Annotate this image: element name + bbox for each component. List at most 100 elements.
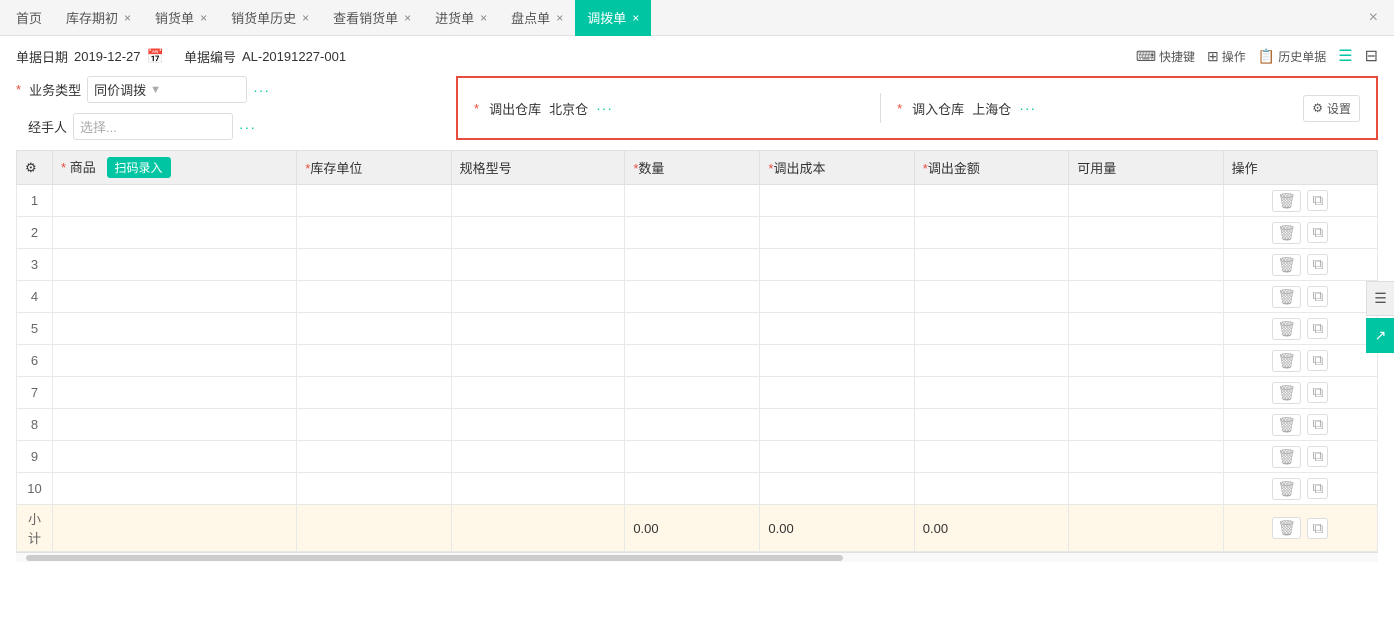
delete-row-button[interactable]: 🗑: [1272, 446, 1301, 468]
product-cell[interactable]: [53, 377, 297, 409]
qty-cell[interactable]: [625, 345, 760, 377]
view-toggle-grid[interactable]: ⊟: [1365, 46, 1378, 66]
qty-cell[interactable]: [625, 473, 760, 505]
cost-cell[interactable]: [760, 377, 914, 409]
cost-cell[interactable]: [760, 313, 914, 345]
tab-transfer[interactable]: 调拨单 ×: [575, 0, 651, 36]
tab-close-view-sales[interactable]: ×: [404, 11, 411, 25]
delete-row-button[interactable]: 🗑: [1272, 414, 1301, 436]
product-cell[interactable]: [53, 345, 297, 377]
qty-cell[interactable]: [625, 313, 760, 345]
tab-close-purchase-order[interactable]: ×: [480, 11, 487, 25]
amount-cell[interactable]: [914, 281, 1068, 313]
product-cell[interactable]: [53, 185, 297, 217]
amount-cell[interactable]: 0.00: [914, 505, 1068, 552]
copy-row-button[interactable]: ⧉: [1307, 318, 1328, 339]
cost-cell[interactable]: [760, 473, 914, 505]
qty-cell[interactable]: [625, 441, 760, 473]
tab-sales-order[interactable]: 销货单 ×: [143, 0, 219, 36]
qty-cell[interactable]: [625, 185, 760, 217]
delete-row-button[interactable]: 🗑: [1272, 478, 1301, 500]
delete-row-button[interactable]: 🗑: [1272, 318, 1301, 340]
qty-cell[interactable]: [625, 217, 760, 249]
copy-row-button[interactable]: ⧉: [1307, 518, 1328, 539]
view-toggle-list[interactable]: ☰: [1338, 46, 1352, 66]
biz-type-more-button[interactable]: ···: [253, 82, 270, 98]
product-cell[interactable]: [53, 313, 297, 345]
out-wh-more-button[interactable]: ···: [596, 100, 613, 116]
tab-view-sales[interactable]: 查看销货单 ×: [321, 0, 423, 36]
qty-cell[interactable]: [625, 409, 760, 441]
tab-sales-history[interactable]: 销货单历史 ×: [219, 0, 321, 36]
tab-close-stocktake[interactable]: ×: [556, 11, 563, 25]
tab-stocktake[interactable]: 盘点单 ×: [499, 0, 575, 36]
amount-cell[interactable]: [914, 441, 1068, 473]
delete-row-button[interactable]: 🗑: [1272, 350, 1301, 372]
product-cell[interactable]: [53, 249, 297, 281]
amount-cell[interactable]: [914, 409, 1068, 441]
delete-row-button[interactable]: 🗑: [1272, 517, 1301, 539]
delete-row-button[interactable]: 🗑: [1272, 222, 1301, 244]
product-cell[interactable]: [53, 473, 297, 505]
cost-cell[interactable]: [760, 217, 914, 249]
amount-cell[interactable]: [914, 185, 1068, 217]
amount-cell[interactable]: [914, 217, 1068, 249]
copy-row-button[interactable]: ⧉: [1307, 190, 1328, 211]
tab-close-sales-order[interactable]: ×: [200, 11, 207, 25]
product-cell[interactable]: [53, 505, 297, 552]
biz-type-select[interactable]: 同价调拨 ▼: [87, 76, 247, 103]
qty-cell[interactable]: [625, 249, 760, 281]
window-close-button[interactable]: ×: [1357, 0, 1390, 36]
tab-close-inventory-init[interactable]: ×: [124, 11, 131, 25]
person-select[interactable]: 选择...: [73, 113, 233, 140]
delete-row-button[interactable]: 🗑: [1272, 190, 1301, 212]
out-wh-value[interactable]: 北京仓: [549, 99, 588, 118]
cost-cell[interactable]: [760, 409, 914, 441]
product-cell[interactable]: [53, 409, 297, 441]
cost-cell[interactable]: [760, 185, 914, 217]
tab-inventory-init[interactable]: 库存期初 ×: [54, 0, 143, 36]
amount-cell[interactable]: [914, 345, 1068, 377]
copy-row-button[interactable]: ⧉: [1307, 254, 1328, 275]
in-wh-value[interactable]: 上海仓: [972, 99, 1011, 118]
qty-cell[interactable]: [625, 281, 760, 313]
person-more-button[interactable]: ···: [239, 119, 256, 135]
product-cell[interactable]: [53, 281, 297, 313]
horizontal-scrollbar[interactable]: [16, 552, 1378, 562]
cost-cell[interactable]: [760, 441, 914, 473]
delete-row-button[interactable]: 🗑: [1272, 254, 1301, 276]
copy-row-button[interactable]: ⧉: [1307, 382, 1328, 403]
amount-cell[interactable]: [914, 377, 1068, 409]
calendar-icon[interactable]: 📅: [147, 48, 164, 65]
tab-purchase-order[interactable]: 进货单 ×: [423, 0, 499, 36]
qty-cell[interactable]: [625, 377, 760, 409]
shortcut-key-button[interactable]: ⌨ 快捷键: [1136, 48, 1195, 65]
history-docs-button[interactable]: 📋 历史单据: [1258, 48, 1326, 65]
side-expand-button[interactable]: ↗: [1366, 318, 1394, 353]
settings-button[interactable]: ⚙ 设置: [1303, 95, 1360, 122]
side-notes-button[interactable]: ☰: [1366, 281, 1394, 316]
product-cell[interactable]: [53, 441, 297, 473]
copy-row-button[interactable]: ⧉: [1307, 286, 1328, 307]
qty-cell[interactable]: 0.00: [625, 505, 760, 552]
tab-close-transfer[interactable]: ×: [632, 11, 639, 25]
copy-row-button[interactable]: ⧉: [1307, 414, 1328, 435]
copy-row-button[interactable]: ⧉: [1307, 222, 1328, 243]
amount-cell[interactable]: [914, 249, 1068, 281]
product-cell[interactable]: [53, 217, 297, 249]
operations-button[interactable]: ⊞ 操作: [1207, 48, 1246, 65]
tab-home[interactable]: 首页: [4, 0, 54, 36]
scan-entry-button[interactable]: 扫码录入: [107, 157, 171, 178]
delete-row-button[interactable]: 🗑: [1272, 382, 1301, 404]
tab-close-sales-history[interactable]: ×: [302, 11, 309, 25]
in-wh-more-button[interactable]: ···: [1019, 100, 1036, 116]
cost-cell[interactable]: [760, 345, 914, 377]
copy-row-button[interactable]: ⧉: [1307, 350, 1328, 371]
cost-cell[interactable]: [760, 281, 914, 313]
cost-cell[interactable]: [760, 249, 914, 281]
cost-cell[interactable]: 0.00: [760, 505, 914, 552]
amount-cell[interactable]: [914, 473, 1068, 505]
copy-row-button[interactable]: ⧉: [1307, 478, 1328, 499]
delete-row-button[interactable]: 🗑: [1272, 286, 1301, 308]
copy-row-button[interactable]: ⧉: [1307, 446, 1328, 467]
